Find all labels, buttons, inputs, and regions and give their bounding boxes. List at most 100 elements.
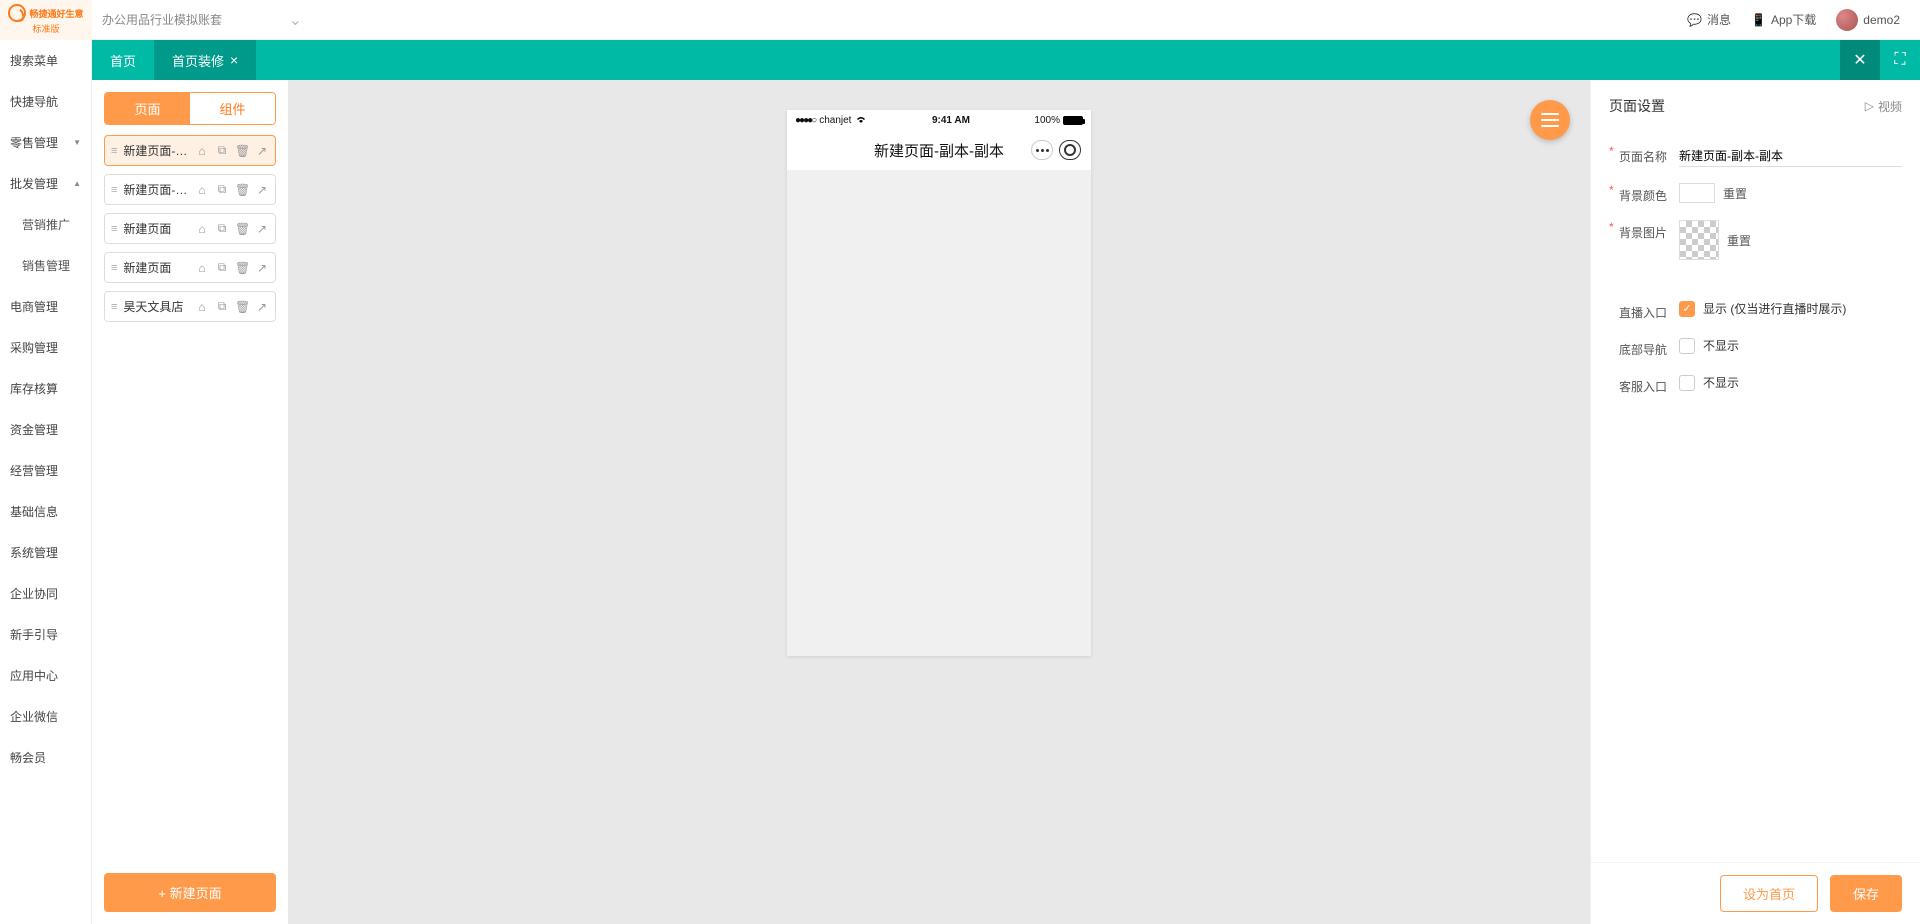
logo-icon [8,4,26,22]
set-home-button[interactable]: 设为首页 [1720,875,1818,912]
copy-icon[interactable]: ⧉ [215,299,229,314]
drag-handle-icon[interactable]: ≡ [111,301,117,313]
leftnav-item[interactable]: 零售管理▼ [0,122,91,163]
leftnav-item[interactable]: 批发管理▲ [0,163,91,204]
checkbox-customer-service[interactable] [1679,375,1695,391]
logo-brand: 畅捷通好生意 [29,7,83,20]
account-select[interactable]: 办公用品行业模拟账套 ⌄ [102,10,302,30]
tab-label: 首页装修 [172,51,224,70]
miniapp-close-icon[interactable] [1059,140,1081,160]
copy-icon[interactable]: ⧉ [215,143,229,158]
leftnav-item[interactable]: 畅会员 [0,737,91,778]
phone-body[interactable] [787,170,1091,656]
seg-pages[interactable]: 页面 [105,93,190,124]
leftnav-label: 企业微信 [10,708,58,725]
bottom-nav-text: 不显示 [1703,337,1739,354]
fullscreen-toggle[interactable]: ⛶ [1880,40,1920,80]
leftnav-item[interactable]: 经营管理 [0,450,91,491]
home-icon[interactable]: ⌂ [195,183,209,197]
tab[interactable]: 首页装修 × [154,40,256,80]
page-item-name: 新建页面-副本... [123,142,189,159]
canvas-menu-fab[interactable] [1530,100,1570,140]
phone-time: 9:41 AM [867,115,1034,126]
leftnav-item[interactable]: 快捷导航 [0,81,91,122]
battery-icon [1063,116,1083,125]
tab[interactable]: 首页 [92,40,154,80]
checkbox-live-entry[interactable] [1679,301,1695,317]
copy-icon[interactable]: ⧉ [215,182,229,197]
delete-icon[interactable]: 🗑 [235,222,249,236]
signal-icon: ●●●●○ [795,115,815,126]
page-list-item[interactable]: ≡昊天文具店⌂⧉🗑↗ [104,291,276,322]
phone-title: 新建页面-副本-副本 [874,140,1004,161]
page-list-item[interactable]: ≡ 新建页面 ⌂ ⧉ 🗑 ↗ [104,213,276,244]
delete-icon[interactable]: 🗑 [235,300,249,314]
checkbox-bottom-nav[interactable] [1679,338,1695,354]
tab-bar: 首页 首页装修 × ✕ ⛶ [92,40,1920,80]
page-item-name: 新建页面 [123,220,189,237]
leftnav-item[interactable]: 基础信息 [0,491,91,532]
leftnav-item[interactable]: 资金管理 [0,409,91,450]
delete-icon[interactable]: 🗑 [235,261,249,275]
bg-image-swatch[interactable] [1679,220,1719,260]
page-item-name: 新建页面-副本 [123,181,189,198]
drag-handle-icon[interactable]: ≡ [111,223,117,235]
play-icon: ▷ [1865,99,1874,113]
drag-handle-icon[interactable]: ≡ [111,184,117,196]
page-list-item[interactable]: ≡ 新建页面-副本 ⌂ ⧉ 🗑 ↗ [104,174,276,205]
home-icon[interactable]: ⌂ [195,222,209,236]
seg-components[interactable]: 组件 [190,93,275,124]
leftnav-item[interactable]: 系统管理 [0,532,91,573]
delete-icon[interactable]: 🗑 [235,183,249,197]
close-icon[interactable]: × [230,52,238,68]
reset-bg-color[interactable]: 重置 [1723,185,1747,202]
drag-handle-icon[interactable]: ≡ [111,262,117,274]
leftnav-item[interactable]: 应用中心 [0,655,91,696]
leftnav-item[interactable]: 新手引导 [0,614,91,655]
home-icon[interactable]: ⌂ [195,300,209,314]
external-link-icon[interactable]: ↗ [255,144,269,158]
leftnav-item[interactable]: 搜索菜单 [0,40,91,81]
miniapp-menu-icon[interactable] [1031,140,1053,160]
leftnav-item[interactable]: 企业协同 [0,573,91,614]
page-name-input[interactable] [1679,144,1902,167]
leftnav-item[interactable]: 企业微信 [0,696,91,737]
leftnav-item[interactable]: 库存核算 [0,368,91,409]
account-label: 办公用品行业模拟账套 [102,11,222,28]
external-link-icon[interactable]: ↗ [255,261,269,275]
tab-close-all[interactable]: ✕ [1840,40,1880,80]
label-bg-color: 背景颜色 [1619,183,1679,204]
copy-icon[interactable]: ⧉ [215,221,229,236]
label-bg-image: 背景图片 [1619,220,1679,241]
tab-label: 首页 [110,51,136,70]
leftnav-item[interactable]: 营销推广 [0,204,91,245]
external-link-icon[interactable]: ↗ [255,222,269,236]
left-nav: 搜索菜单快捷导航零售管理▼批发管理▲营销推广销售管理电商管理采购管理库存核算资金… [0,40,92,924]
reset-bg-image[interactable]: 重置 [1727,232,1751,249]
external-link-icon[interactable]: ↗ [255,183,269,197]
page-list: ≡新建页面-副本...⌂⧉🗑↗≡新建页面-副本⌂⧉🗑↗≡新建页面⌂⧉🗑↗≡新建页… [104,135,276,873]
leftnav-item[interactable]: 销售管理 [0,245,91,286]
home-icon[interactable]: ⌂ [195,144,209,158]
leftnav-item[interactable]: 电商管理 [0,286,91,327]
save-button[interactable]: 保存 [1830,875,1902,912]
leftnav-label: 销售管理 [22,257,70,274]
leftnav-label: 经营管理 [10,462,58,479]
user-menu[interactable]: demo2 [1836,9,1900,31]
canvas: ●●●●○ chanjet 9:41 AM 100% 新建页面-副本-副本 [288,80,1590,924]
external-link-icon[interactable]: ↗ [255,300,269,314]
page-list-item[interactable]: ≡新建页面⌂⧉🗑↗ [104,252,276,283]
messages-button[interactable]: 💬 消息 [1687,11,1731,28]
wifi-icon [855,114,867,127]
video-help-link[interactable]: ▷ 视频 [1865,98,1902,115]
messages-label: 消息 [1707,11,1731,28]
delete-icon[interactable]: 🗑 [235,144,249,158]
app-download-button[interactable]: 📱 App下载 [1751,11,1816,28]
copy-icon[interactable]: ⧉ [215,260,229,275]
drag-handle-icon[interactable]: ≡ [111,145,117,157]
bg-color-swatch[interactable] [1679,183,1715,203]
home-icon[interactable]: ⌂ [195,261,209,275]
page-list-item[interactable]: ≡ 新建页面-副本... ⌂ ⧉ 🗑 ↗ [104,135,276,166]
new-page-button[interactable]: + 新建页面 [104,873,276,912]
leftnav-item[interactable]: 采购管理 [0,327,91,368]
